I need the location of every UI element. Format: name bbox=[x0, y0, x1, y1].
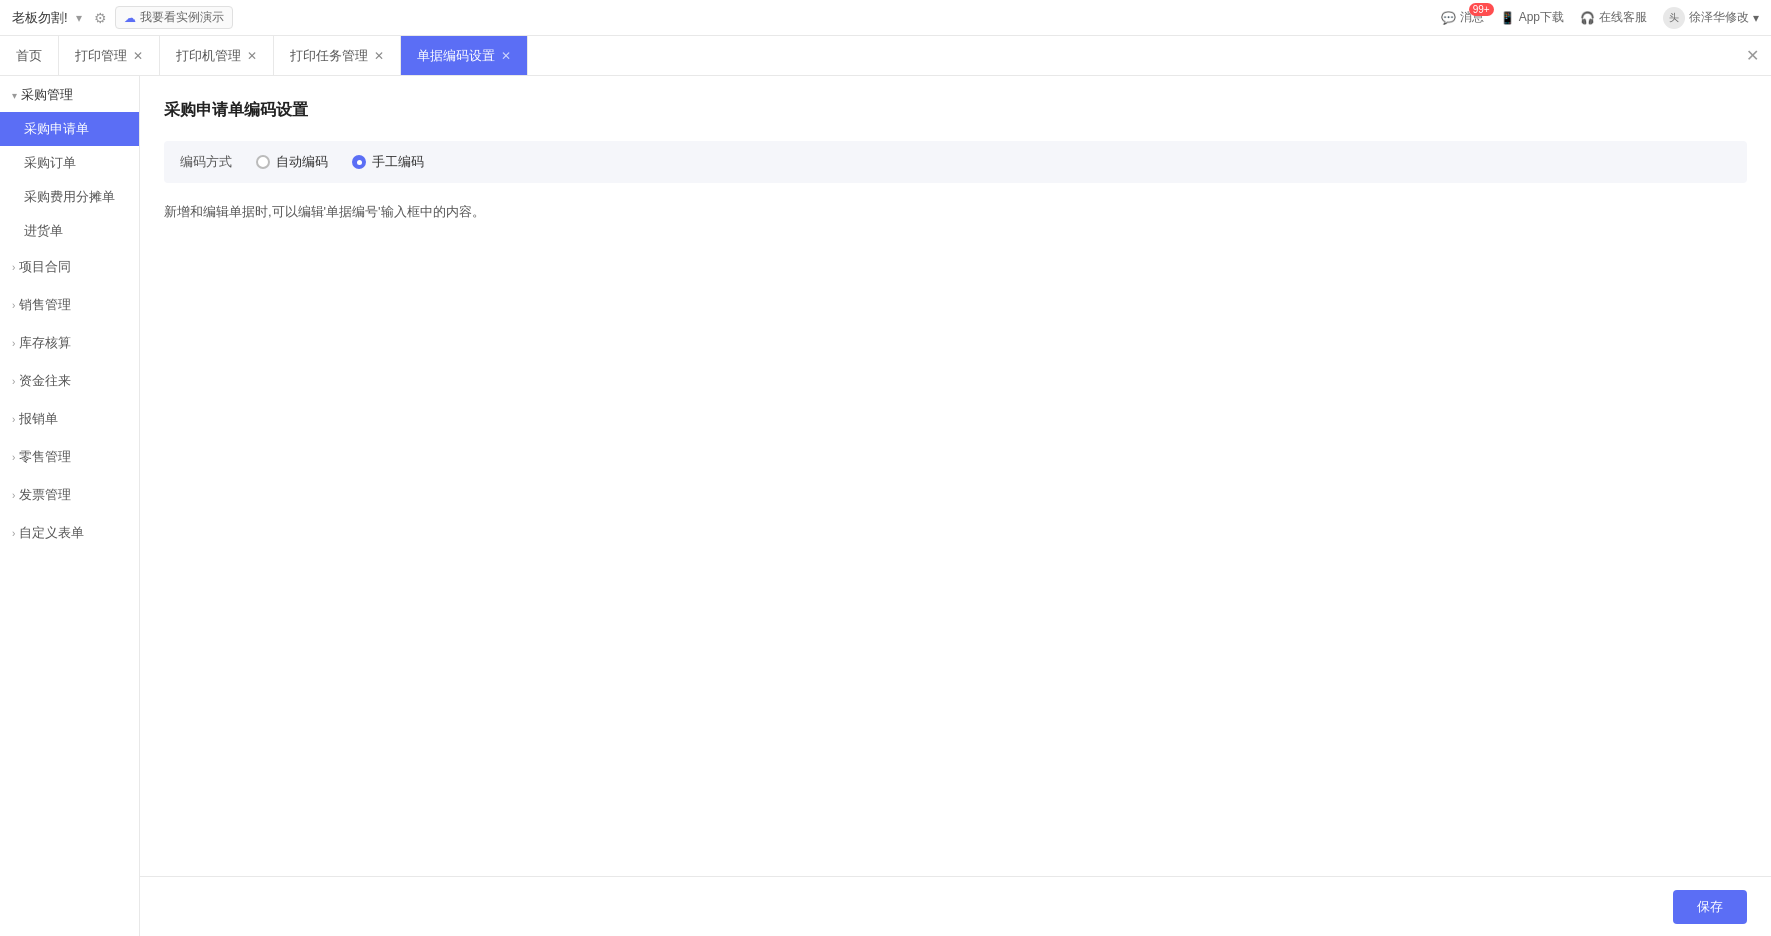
top-bar-right: 💬 消息 99+ 📱 App下载 🎧 在线客服 头 徐泽华修改 ▾ bbox=[1441, 7, 1759, 29]
purchase-request-label: 采购申请单 bbox=[24, 121, 89, 136]
tab-single-code-label: 单据编码设置 bbox=[417, 47, 495, 65]
sidebar-group-procurement: ▾ 采购管理 采购申请单 采购订单 采购费用分摊单 进货单 bbox=[0, 76, 139, 248]
user-menu-button[interactable]: 头 徐泽华修改 ▾ bbox=[1663, 7, 1759, 29]
purchase-expense-label: 采购费用分摊单 bbox=[24, 189, 115, 204]
sales-mgmt-label: 销售管理 bbox=[19, 296, 71, 314]
encoding-method-row: 编码方式 自动编码 手工编码 bbox=[164, 141, 1747, 183]
sidebar-group-sales-return[interactable]: › 报销单 bbox=[0, 400, 139, 438]
sidebar-group-capital[interactable]: › 资金往来 bbox=[0, 362, 139, 400]
user-name: 徐泽华修改 bbox=[1689, 9, 1749, 26]
sidebar-item-purchase-order[interactable]: 采购订单 bbox=[0, 146, 139, 180]
sales-mgmt-chevron-icon: › bbox=[12, 300, 15, 311]
content-panel: 采购申请单编码设置 编码方式 自动编码 手工编码 新增和编辑单据时,可以编辑'单… bbox=[140, 76, 1771, 876]
app-icon: 📱 bbox=[1500, 11, 1515, 25]
sidebar-group-inventory[interactable]: › 库存核算 bbox=[0, 324, 139, 362]
capital-chevron-icon: › bbox=[12, 376, 15, 387]
auto-code-label: 自动编码 bbox=[276, 153, 328, 171]
tab-print-mgmt-label: 打印管理 bbox=[75, 47, 127, 65]
tab-home-label: 首页 bbox=[16, 47, 42, 65]
avatar: 头 bbox=[1663, 7, 1685, 29]
user-chevron-icon: ▾ bbox=[1753, 11, 1759, 25]
inventory-label: 库存核算 bbox=[19, 334, 71, 352]
message-badge: 99+ bbox=[1469, 3, 1494, 16]
demo-icon: ☁ bbox=[124, 11, 136, 25]
service-label: 在线客服 bbox=[1599, 9, 1647, 26]
capital-label: 资金往来 bbox=[19, 372, 71, 390]
tab-print-mgmt[interactable]: 打印管理 ✕ bbox=[59, 36, 160, 75]
bottom-bar: 保存 bbox=[140, 876, 1771, 936]
procurement-label: 采购管理 bbox=[21, 86, 73, 104]
app-label: App下载 bbox=[1519, 9, 1564, 26]
sidebar-item-purchase-expense[interactable]: 采购费用分摊单 bbox=[0, 180, 139, 214]
brand-label: 老板勿割! bbox=[12, 9, 68, 27]
service-icon: 🎧 bbox=[1580, 11, 1595, 25]
auto-code-radio[interactable] bbox=[256, 155, 270, 169]
invoice-mgmt-label: 发票管理 bbox=[19, 486, 71, 504]
save-button[interactable]: 保存 bbox=[1673, 890, 1747, 924]
tab-bar-close-all[interactable]: ✕ bbox=[1734, 46, 1771, 65]
hint-text: 新增和编辑单据时,可以编辑'单据编号'输入框中的内容。 bbox=[164, 203, 1747, 221]
sidebar: ▾ 采购管理 采购申请单 采购订单 采购费用分摊单 进货单 › 项目合同 › 销… bbox=[0, 76, 140, 936]
manual-code-option[interactable]: 手工编码 bbox=[352, 153, 424, 171]
sidebar-group-invoice-mgmt[interactable]: › 发票管理 bbox=[0, 476, 139, 514]
tab-printer-mgmt-close[interactable]: ✕ bbox=[247, 49, 257, 63]
tab-printer-mgmt-label: 打印机管理 bbox=[176, 47, 241, 65]
sidebar-group-sales-mgmt[interactable]: › 销售管理 bbox=[0, 286, 139, 324]
sidebar-item-purchase-request[interactable]: 采购申请单 bbox=[0, 112, 139, 146]
encoding-label: 编码方式 bbox=[180, 153, 232, 171]
manual-code-label: 手工编码 bbox=[372, 153, 424, 171]
app-download-button[interactable]: 📱 App下载 bbox=[1500, 9, 1564, 26]
purchase-order-label: 采购订单 bbox=[24, 155, 76, 170]
tab-print-task-mgmt-close[interactable]: ✕ bbox=[374, 49, 384, 63]
tab-bar: 首页 打印管理 ✕ 打印机管理 ✕ 打印任务管理 ✕ 单据编码设置 ✕ ✕ bbox=[0, 36, 1771, 76]
brand-chevron-icon[interactable]: ▾ bbox=[76, 11, 82, 25]
project-contract-chevron-icon: › bbox=[12, 262, 15, 273]
sales-return-chevron-icon: › bbox=[12, 414, 15, 425]
tab-single-code-close[interactable]: ✕ bbox=[501, 49, 511, 63]
top-bar: 老板勿割! ▾ ⚙ ☁ 我要看实例演示 💬 消息 99+ 📱 App下载 🎧 在… bbox=[0, 0, 1771, 36]
manual-code-radio[interactable] bbox=[352, 155, 366, 169]
sidebar-item-stock-in[interactable]: 进货单 bbox=[0, 214, 139, 248]
tab-printer-mgmt[interactable]: 打印机管理 ✕ bbox=[160, 36, 274, 75]
sidebar-group-project-contract[interactable]: › 项目合同 bbox=[0, 248, 139, 286]
stock-in-label: 进货单 bbox=[24, 223, 63, 238]
tab-home[interactable]: 首页 bbox=[0, 36, 59, 75]
auto-code-option[interactable]: 自动编码 bbox=[256, 153, 328, 171]
content-area: 采购申请单编码设置 编码方式 自动编码 手工编码 新增和编辑单据时,可以编辑'单… bbox=[140, 76, 1771, 936]
custom-form-chevron-icon: › bbox=[12, 528, 15, 539]
online-service-button[interactable]: 🎧 在线客服 bbox=[1580, 9, 1647, 26]
demo-button[interactable]: ☁ 我要看实例演示 bbox=[115, 6, 233, 29]
settings-icon[interactable]: ⚙ bbox=[94, 10, 107, 26]
main-layout: ▾ 采购管理 采购申请单 采购订单 采购费用分摊单 进货单 › 项目合同 › 销… bbox=[0, 76, 1771, 936]
retail-mgmt-label: 零售管理 bbox=[19, 448, 71, 466]
top-bar-left: 老板勿割! ▾ ⚙ ☁ 我要看实例演示 bbox=[12, 6, 1441, 29]
sidebar-group-procurement-title[interactable]: ▾ 采购管理 bbox=[0, 76, 139, 112]
invoice-mgmt-chevron-icon: › bbox=[12, 490, 15, 501]
page-title: 采购申请单编码设置 bbox=[164, 100, 1747, 121]
procurement-chevron-icon: ▾ bbox=[12, 90, 17, 101]
custom-form-label: 自定义表单 bbox=[19, 524, 84, 542]
project-contract-label: 项目合同 bbox=[19, 258, 71, 276]
message-icon: 💬 bbox=[1441, 11, 1456, 25]
tab-print-task-mgmt-label: 打印任务管理 bbox=[290, 47, 368, 65]
tab-print-task-mgmt[interactable]: 打印任务管理 ✕ bbox=[274, 36, 401, 75]
tab-single-code-setting[interactable]: 单据编码设置 ✕ bbox=[401, 36, 528, 75]
retail-mgmt-chevron-icon: › bbox=[12, 452, 15, 463]
inventory-chevron-icon: › bbox=[12, 338, 15, 349]
message-button[interactable]: 💬 消息 99+ bbox=[1441, 9, 1484, 26]
sales-return-label: 报销单 bbox=[19, 410, 58, 428]
sidebar-group-retail-mgmt[interactable]: › 零售管理 bbox=[0, 438, 139, 476]
sidebar-group-custom-form[interactable]: › 自定义表单 bbox=[0, 514, 139, 552]
demo-label: 我要看实例演示 bbox=[140, 9, 224, 26]
tab-print-mgmt-close[interactable]: ✕ bbox=[133, 49, 143, 63]
